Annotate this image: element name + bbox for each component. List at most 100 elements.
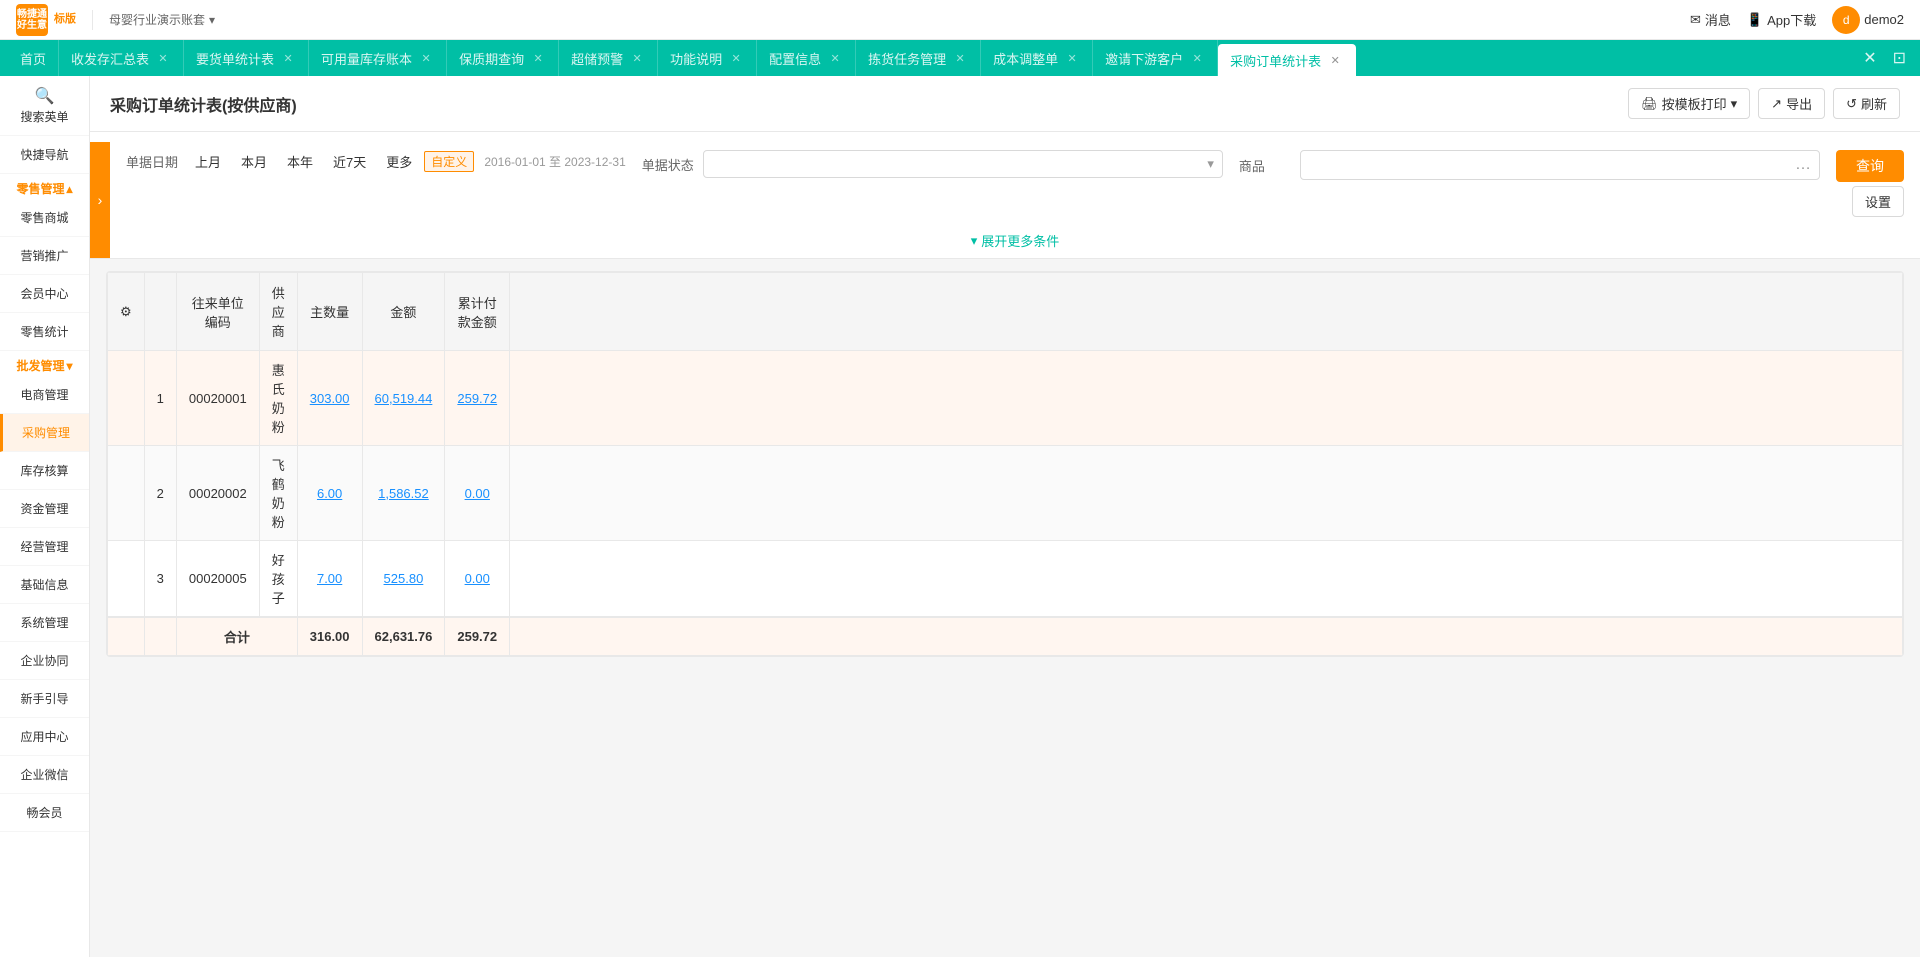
tab-cost-adjust[interactable]: 成本调整单 ✕ xyxy=(981,40,1093,76)
date-label: 单据日期 xyxy=(126,152,181,171)
print-button[interactable]: 🖨 按模板打印 ▾ xyxy=(1628,88,1750,119)
tab-home[interactable]: 首页 xyxy=(8,40,59,76)
breadcrumb[interactable]: 母婴行业演示账套 ▾ xyxy=(109,11,215,28)
printer-icon: 🖨 xyxy=(1641,96,1658,112)
filter-settings-button[interactable]: 设置 xyxy=(1852,186,1904,217)
refresh-button[interactable]: ↺ 刷新 xyxy=(1833,88,1900,119)
shortcut-this-month[interactable]: 本月 xyxy=(233,150,275,173)
table-header-row: ⚙ 往来单位编码 供应商 主数量 金额 累计付款金额 xyxy=(108,273,1903,351)
restore-tabs-button[interactable]: ⊡ xyxy=(1887,46,1912,70)
shortcut-7days[interactable]: 近7天 xyxy=(325,150,374,173)
close-all-tabs-button[interactable]: ✕ xyxy=(1857,46,1882,70)
row-empty xyxy=(510,351,1903,446)
close-tab-help[interactable]: ✕ xyxy=(728,50,744,66)
search-button[interactable]: 查询 xyxy=(1836,150,1904,182)
footer-label: 合计 xyxy=(176,617,297,656)
row-paid-amount[interactable]: 0.00 xyxy=(445,541,510,618)
tab-overstock[interactable]: 超储预警 ✕ xyxy=(559,40,658,76)
tab-receivable[interactable]: 收发存汇总表 ✕ xyxy=(59,40,184,76)
sidebar-item-inventory-check[interactable]: 库存核算 xyxy=(0,452,89,490)
row-amount[interactable]: 1,586.52 xyxy=(362,446,445,541)
shortcut-more[interactable]: 更多 xyxy=(378,150,420,173)
sidebar-item-retail-store[interactable]: 零售商城 xyxy=(0,199,89,237)
tab-pick-task[interactable]: 拣货任务管理 ✕ xyxy=(856,40,981,76)
chevron-down-icon: ▾ xyxy=(971,233,978,249)
row-main-qty[interactable]: 7.00 xyxy=(297,541,362,618)
close-tab-invite-downstream[interactable]: ✕ xyxy=(1189,50,1205,66)
row-num: 1 xyxy=(144,351,176,446)
sidebar-quick-nav[interactable]: 快捷导航 xyxy=(0,136,89,174)
message-button[interactable]: ✉ 消息 xyxy=(1690,10,1731,29)
status-select[interactable]: ▾ xyxy=(703,150,1223,178)
status-label: 单据状态 xyxy=(642,155,697,174)
export-button[interactable]: ↗ 导出 xyxy=(1758,88,1825,119)
sidebar-item-member[interactable]: 会员中心 xyxy=(0,275,89,313)
row-paid-amount[interactable]: 259.72 xyxy=(445,351,510,446)
sidebar-item-operation[interactable]: 经营管理 xyxy=(0,528,89,566)
sidebar-item-finance[interactable]: 资金管理 xyxy=(0,490,89,528)
close-tab-order-summary[interactable]: ✕ xyxy=(280,50,296,66)
sidebar: 🔍 搜索英单 快捷导航 零售管理 ▴ 零售商城 营销推广 会员中心 零售统计 批… xyxy=(0,76,90,957)
row-supplier: 惠氏奶粉 xyxy=(259,351,297,446)
expand-more-button[interactable]: ▾ 展开更多条件 xyxy=(126,225,1904,258)
close-tab-inventory[interactable]: ✕ xyxy=(418,50,434,66)
page-actions: 🖨 按模板打印 ▾ ↗ 导出 ↺ 刷新 xyxy=(1628,88,1900,131)
table-footer-row: 合计 316.00 62,631.76 259.72 xyxy=(108,617,1903,656)
close-tab-purchase-summary[interactable]: ✕ xyxy=(1327,52,1343,68)
settings-icon: ⚙ xyxy=(120,304,132,319)
goods-more-icon[interactable]: … xyxy=(1795,156,1811,174)
close-tab-pick-task[interactable]: ✕ xyxy=(952,50,968,66)
sidebar-item-basic[interactable]: 基础信息 xyxy=(0,566,89,604)
sidebar-item-wholesale[interactable]: 批发管理 ▾ xyxy=(0,351,89,376)
row-settings[interactable] xyxy=(108,541,145,618)
nav-tabs: 首页 收发存汇总表 ✕ 要货单统计表 ✕ 可用量库存账本 ✕ 保质期查询 ✕ 超… xyxy=(0,40,1920,76)
close-tab-config[interactable]: ✕ xyxy=(827,50,843,66)
user-avatar[interactable]: d demo2 xyxy=(1832,6,1904,34)
tab-order-summary[interactable]: 要货单统计表 ✕ xyxy=(184,40,309,76)
row-settings[interactable] xyxy=(108,446,145,541)
refresh-icon: ↺ xyxy=(1846,96,1857,112)
close-tab-receivable[interactable]: ✕ xyxy=(155,50,171,66)
footer-num xyxy=(144,617,176,656)
row-amount[interactable]: 525.80 xyxy=(362,541,445,618)
row-amount[interactable]: 60,519.44 xyxy=(362,351,445,446)
sidebar-item-purchase[interactable]: 采购管理 xyxy=(0,414,89,452)
sidebar-item-marketing[interactable]: 营销推广 xyxy=(0,237,89,275)
th-empty xyxy=(510,273,1903,351)
shortcut-last-month[interactable]: 上月 xyxy=(187,150,229,173)
tab-inventory[interactable]: 可用量库存账本 ✕ xyxy=(309,40,447,76)
sidebar-item-enterprise[interactable]: 企业协同 xyxy=(0,642,89,680)
row-main-qty[interactable]: 6.00 xyxy=(297,446,362,541)
sidebar-item-ecommerce[interactable]: 电商管理 xyxy=(0,376,89,414)
filter-row: 单据日期 上月 本月 本年 近7天 更多 自定义 2016-01-01 至 20… xyxy=(126,150,1904,225)
close-tab-warranty[interactable]: ✕ xyxy=(530,50,546,66)
app-download-button[interactable]: 📱 App下载 xyxy=(1747,10,1816,29)
sidebar-item-guide[interactable]: 新手引导 xyxy=(0,680,89,718)
sidebar-item-app-center[interactable]: 应用中心 xyxy=(0,718,89,756)
sidebar-search[interactable]: 🔍 搜索英单 xyxy=(0,76,89,136)
table-wrap: ⚙ 往来单位编码 供应商 主数量 金额 累计付款金额 xyxy=(106,271,1904,657)
row-empty xyxy=(510,446,1903,541)
shortcut-this-year[interactable]: 本年 xyxy=(279,150,321,173)
row-paid-amount[interactable]: 0.00 xyxy=(445,446,510,541)
row-main-qty[interactable]: 303.00 xyxy=(297,351,362,446)
tab-invite-downstream[interactable]: 邀请下游客户 ✕ xyxy=(1093,40,1218,76)
layout: 🔍 搜索英单 快捷导航 零售管理 ▴ 零售商城 营销推广 会员中心 零售统计 批… xyxy=(0,76,1920,957)
tab-warranty[interactable]: 保质期查询 ✕ xyxy=(447,40,559,76)
row-settings[interactable] xyxy=(108,351,145,446)
filter-toggle-button[interactable]: › xyxy=(90,142,110,258)
tab-help[interactable]: 功能说明 ✕ xyxy=(658,40,757,76)
th-settings[interactable]: ⚙ xyxy=(108,273,145,351)
filter-goods-col: 商品 … xyxy=(1239,150,1820,180)
sidebar-item-wechat[interactable]: 企业微信 xyxy=(0,756,89,794)
close-tab-cost-adjust[interactable]: ✕ xyxy=(1064,50,1080,66)
custom-date-tag[interactable]: 自定义 xyxy=(424,151,474,172)
close-tab-overstock[interactable]: ✕ xyxy=(629,50,645,66)
sidebar-item-retail-stat[interactable]: 零售统计 xyxy=(0,313,89,351)
data-table: ⚙ 往来单位编码 供应商 主数量 金额 累计付款金额 xyxy=(107,272,1903,656)
sidebar-item-vip[interactable]: 畅会员 xyxy=(0,794,89,832)
tab-config[interactable]: 配置信息 ✕ xyxy=(757,40,856,76)
tab-purchase-summary[interactable]: 采购订单统计表 ✕ xyxy=(1218,44,1356,76)
sidebar-item-retail[interactable]: 零售管理 ▴ xyxy=(0,174,89,199)
sidebar-item-system[interactable]: 系统管理 xyxy=(0,604,89,642)
